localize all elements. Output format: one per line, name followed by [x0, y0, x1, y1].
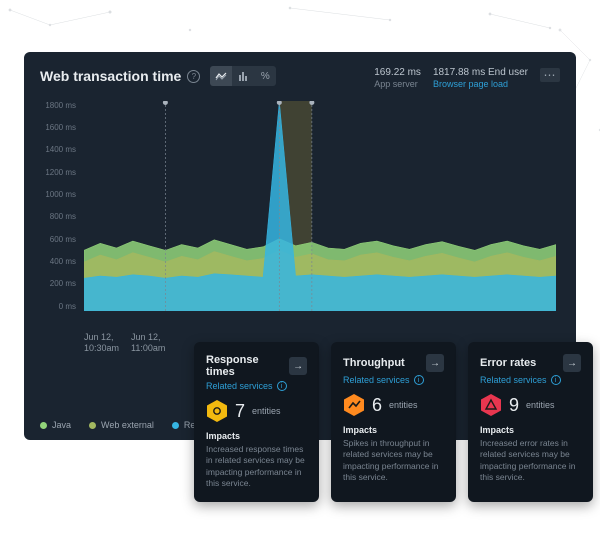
toggle-line-icon[interactable] [210, 66, 232, 86]
arrow-right-icon[interactable]: → [426, 354, 444, 372]
y-tick: 200 ms [40, 279, 80, 288]
related-services-link[interactable]: Related services i [480, 375, 581, 385]
entity-count: 9 entities [480, 393, 581, 417]
impacts-description: Spikes in throughput in related services… [343, 438, 444, 484]
y-tick: 1400 ms [40, 145, 80, 154]
swatch-icon [89, 422, 96, 429]
legend-web-external[interactable]: Web external [89, 420, 154, 430]
toggle-percent-icon[interactable]: % [254, 66, 276, 86]
y-tick: 1800 ms [40, 101, 80, 110]
stat-app-server: 169.22 ms App server [374, 66, 421, 91]
entity-count: 7 entities [206, 399, 307, 423]
toggle-bar-icon[interactable] [232, 66, 254, 86]
legend-label: Web external [101, 420, 154, 430]
related-services-link[interactable]: Related services i [206, 381, 307, 391]
count-value: 9 [509, 395, 519, 416]
x-tick: Jun 12,11:00am [131, 332, 165, 355]
legend-label: Java [52, 420, 71, 430]
hex-badge-icon [206, 399, 228, 423]
y-tick: 600 ms [40, 235, 80, 244]
count-label: entities [526, 400, 555, 410]
impacts-heading: Impacts [480, 425, 581, 435]
impact-card-throughput: Throughput → Related services i 6 entiti… [331, 342, 456, 502]
y-tick: 800 ms [40, 212, 80, 221]
help-icon[interactable]: ? [187, 70, 200, 83]
stat-end-user: 1817.88 ms End user Browser page load [433, 66, 528, 91]
count-label: entities [252, 406, 281, 416]
alert-icon [480, 393, 502, 417]
x-tick: Jun 12,10:30am [84, 332, 119, 355]
card-title: Response times [206, 354, 289, 378]
arrow-right-icon[interactable]: → [289, 357, 307, 375]
swatch-icon [172, 422, 179, 429]
more-menu-icon[interactable]: ⋯ [540, 68, 560, 82]
y-tick: 1200 ms [40, 168, 80, 177]
info-icon[interactable]: i [277, 381, 287, 391]
browser-page-load-link[interactable]: Browser page load [433, 79, 528, 91]
card-title: Throughput [343, 357, 405, 369]
plot[interactable] [84, 101, 556, 311]
y-axis: 1800 ms 1600 ms 1400 ms 1200 ms 1000 ms 800 m… [40, 101, 80, 311]
y-tick: 0 ms [40, 302, 80, 311]
arrow-right-icon[interactable]: → [563, 354, 581, 372]
chart-area: 1800 ms 1600 ms 1400 ms 1200 ms 1000 ms 800 m… [40, 101, 560, 331]
stat-end-user-value: 1817.88 ms End user [433, 66, 528, 79]
entity-count: 6 entities [343, 393, 444, 417]
count-label: entities [389, 400, 418, 410]
count-value: 7 [235, 401, 245, 422]
info-icon[interactable]: i [551, 375, 561, 385]
trend-up-icon [343, 393, 365, 417]
related-services-link[interactable]: Related services i [343, 375, 444, 385]
impacts-heading: Impacts [206, 431, 307, 441]
impact-card-error-rates: Error rates → Related services i 9 entit… [468, 342, 593, 502]
marker-dot-icon [163, 101, 168, 105]
chart-mode-toggle: % [210, 66, 276, 86]
stat-app-server-label: App server [374, 79, 421, 91]
y-tick: 1600 ms [40, 123, 80, 132]
panel-header: Web transaction time ? % 169.22 ms App s… [40, 66, 560, 91]
impacts-description: Increased error rates in related service… [480, 438, 581, 484]
y-tick: 1000 ms [40, 190, 80, 199]
impacts-heading: Impacts [343, 425, 444, 435]
count-value: 6 [372, 395, 382, 416]
impact-cards: Response times → Related services i 7 en… [194, 342, 593, 502]
stat-app-server-value: 169.22 ms [374, 66, 421, 79]
impacts-description: Increased response times in related serv… [206, 444, 307, 490]
series-area [84, 101, 556, 311]
swatch-icon [40, 422, 47, 429]
panel-title: Web transaction time [40, 68, 181, 84]
info-icon[interactable]: i [414, 375, 424, 385]
y-tick: 400 ms [40, 257, 80, 266]
legend-java[interactable]: Java [40, 420, 71, 430]
impact-card-response-times: Response times → Related services i 7 en… [194, 342, 319, 502]
card-title: Error rates [480, 357, 536, 369]
